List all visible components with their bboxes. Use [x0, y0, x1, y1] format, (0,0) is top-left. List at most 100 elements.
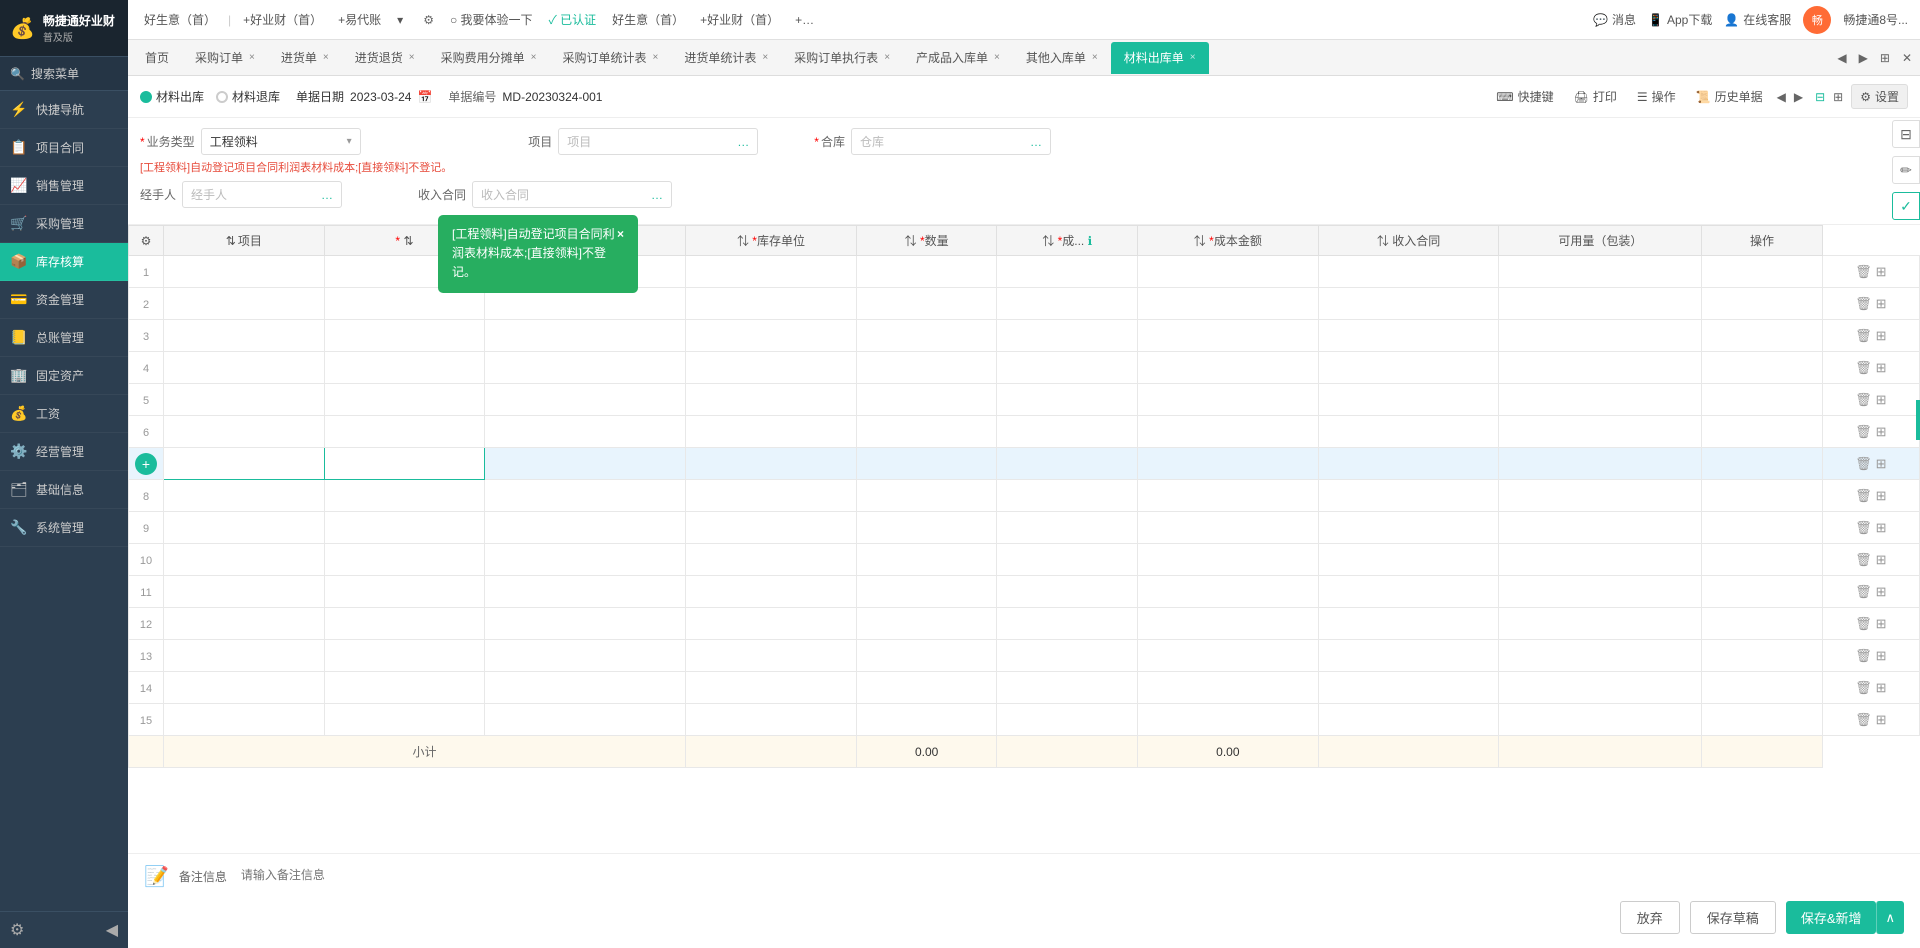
cell-4[interactable]	[856, 288, 997, 320]
settings-btn[interactable]: ⚙	[10, 920, 24, 940]
cell-6[interactable]	[1137, 256, 1318, 288]
save-draft-button[interactable]: 保存草稿	[1690, 901, 1776, 934]
cell-4[interactable]	[856, 352, 997, 384]
cell-3[interactable]	[686, 416, 857, 448]
cell-6[interactable]	[1137, 352, 1318, 384]
cell-4[interactable]	[856, 608, 997, 640]
delete-btn[interactable]: 🗑	[1855, 424, 1872, 439]
app-download-btn[interactable]: 📱 App下载	[1648, 11, 1712, 28]
cell-2[interactable]	[485, 512, 686, 544]
project-input[interactable]: 项目 …	[558, 128, 758, 155]
business-type-select[interactable]: 工程领料 ▾	[201, 128, 361, 155]
cell-0[interactable]	[164, 576, 325, 608]
cell-8[interactable]	[1499, 320, 1702, 352]
cell-8[interactable]	[1499, 352, 1702, 384]
notes-input[interactable]	[237, 864, 1904, 886]
cell-7[interactable]	[1318, 288, 1499, 320]
cell-3[interactable]	[686, 704, 857, 736]
cell-2[interactable]	[485, 576, 686, 608]
cell-5[interactable]	[997, 576, 1138, 608]
tab-other-in-close[interactable]: ×	[1092, 52, 1098, 63]
cell-6[interactable]	[1137, 576, 1318, 608]
cell-7[interactable]	[1318, 544, 1499, 576]
cell-2[interactable]	[485, 480, 686, 512]
warehouse-dots-btn[interactable]: …	[1030, 135, 1042, 149]
cell-2[interactable]	[485, 640, 686, 672]
cell-8[interactable]	[1499, 448, 1702, 480]
cell-0[interactable]	[164, 416, 325, 448]
cell-3[interactable]	[686, 544, 857, 576]
cell-6[interactable]	[1137, 512, 1318, 544]
copy-btn[interactable]: ⊞	[1876, 616, 1887, 631]
tab-grid-view[interactable]: ⊞	[1876, 51, 1894, 65]
cell-3[interactable]	[686, 608, 857, 640]
tab-close-all[interactable]: ✕	[1898, 51, 1916, 65]
tab-goods-receipt-close[interactable]: ×	[323, 52, 329, 63]
delete-btn[interactable]: 🗑	[1855, 392, 1872, 407]
cell-8[interactable]	[1499, 416, 1702, 448]
sidebar-item-quick-nav[interactable]: ⚡快捷导航	[0, 91, 128, 129]
cell-1[interactable]	[324, 384, 485, 416]
cell-7[interactable]	[1318, 608, 1499, 640]
history-btn[interactable]: 📜 历史单据	[1690, 85, 1769, 108]
cell-4[interactable]	[856, 576, 997, 608]
cell-5[interactable]	[997, 416, 1138, 448]
cell-7[interactable]	[1318, 704, 1499, 736]
side-icon-3[interactable]: ✓	[1892, 192, 1920, 220]
cell-0[interactable]	[164, 288, 325, 320]
cell-6[interactable]	[1137, 448, 1318, 480]
handler-dots-btn[interactable]: …	[321, 188, 333, 202]
cell-6[interactable]	[1137, 288, 1318, 320]
cell-4[interactable]	[856, 448, 997, 480]
cell-0[interactable]	[164, 384, 325, 416]
copy-btn[interactable]: ⊞	[1876, 360, 1887, 375]
cell-7[interactable]	[1318, 384, 1499, 416]
cell-9[interactable]	[1702, 288, 1822, 320]
tab-purchase-exec[interactable]: 采购订单执行表×	[781, 42, 903, 74]
copy-btn[interactable]: ⊞	[1876, 456, 1887, 471]
cell-0[interactable]	[164, 544, 325, 576]
cell-1[interactable]	[324, 704, 485, 736]
cell-1[interactable]	[324, 672, 485, 704]
tab-purchase-stats[interactable]: 采购订单统计表×	[549, 42, 671, 74]
tab-home[interactable]: 首页	[132, 42, 182, 74]
sidebar-item-inventory[interactable]: 📦库存核算	[0, 243, 128, 281]
cell-8[interactable]	[1499, 384, 1702, 416]
cell-8[interactable]	[1499, 704, 1702, 736]
tab-prev[interactable]: ◀	[1833, 51, 1850, 65]
cell-0[interactable]	[164, 672, 325, 704]
cell-5[interactable]	[997, 544, 1138, 576]
tab-goods-return[interactable]: 进货退货×	[342, 42, 428, 74]
copy-btn[interactable]: ⊞	[1876, 264, 1887, 279]
cell-2[interactable]	[485, 608, 686, 640]
cell-5[interactable]	[997, 704, 1138, 736]
tab-goods-stats-close[interactable]: ×	[762, 52, 768, 63]
copy-btn[interactable]: ⊞	[1876, 296, 1887, 311]
tab-product-in[interactable]: 产成品入库单×	[903, 42, 1013, 74]
tab-purchase-stats-close[interactable]: ×	[652, 52, 658, 63]
sidebar-search[interactable]: 🔍 搜索菜单	[0, 57, 128, 91]
nav-prev[interactable]: ◀	[1777, 90, 1786, 104]
cell-5[interactable]	[997, 288, 1138, 320]
delete-btn[interactable]: 🗑	[1855, 552, 1872, 567]
cell-9[interactable]	[1702, 576, 1822, 608]
cell-3[interactable]	[686, 640, 857, 672]
sidebar-item-ledger-mgmt[interactable]: 📒总账管理	[0, 319, 128, 357]
cell-4[interactable]	[856, 704, 997, 736]
copy-btn[interactable]: ⊞	[1876, 520, 1887, 535]
cell-1[interactable]	[324, 640, 485, 672]
cell-1[interactable]	[324, 416, 485, 448]
delete-btn[interactable]: 🗑	[1855, 712, 1872, 727]
delete-btn[interactable]: 🗑	[1855, 584, 1872, 599]
view-toggle-2[interactable]: ⊞	[1833, 90, 1843, 104]
cell-5[interactable]	[997, 608, 1138, 640]
cell-3[interactable]	[686, 352, 857, 384]
tab-next[interactable]: ▶	[1855, 51, 1872, 65]
tab-product-in-close[interactable]: ×	[994, 52, 1000, 63]
cell-9[interactable]	[1702, 672, 1822, 704]
cell-6[interactable]	[1137, 704, 1318, 736]
cell-2[interactable]	[485, 672, 686, 704]
sidebar-item-sales-mgmt[interactable]: 📈销售管理	[0, 167, 128, 205]
cell-9[interactable]	[1702, 416, 1822, 448]
print-btn[interactable]: 🖨 打印	[1568, 85, 1623, 108]
